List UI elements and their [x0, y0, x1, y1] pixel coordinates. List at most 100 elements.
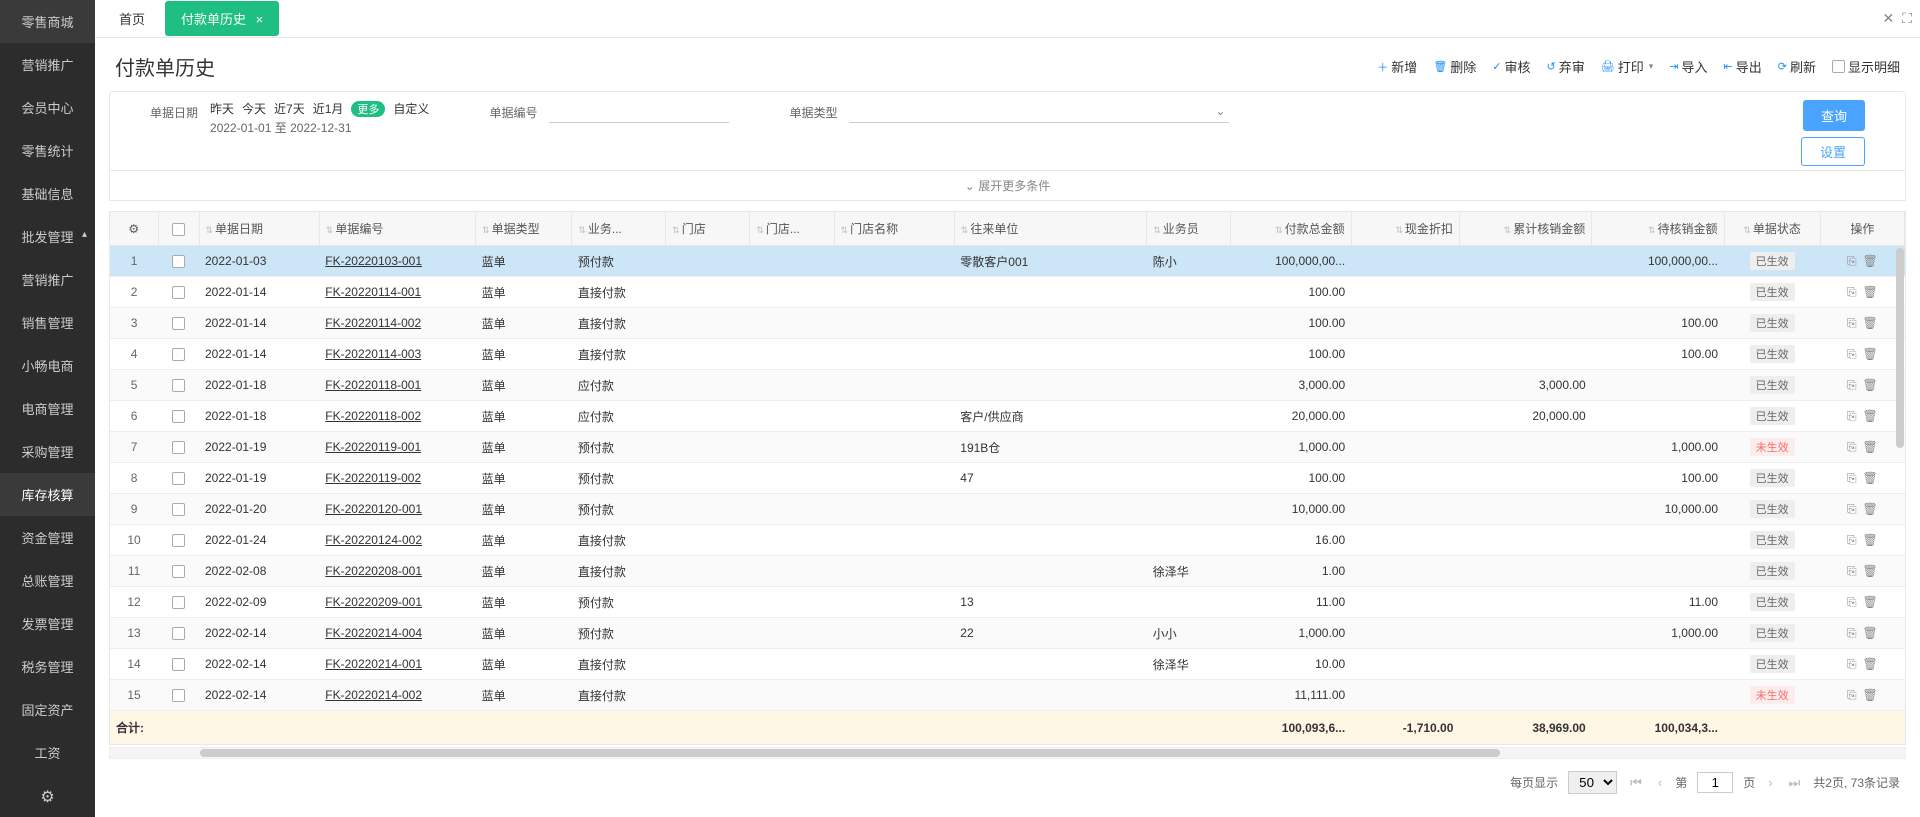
cell-code[interactable]: FK-20220214-002 [319, 680, 475, 711]
col-type[interactable]: ⇅单据类型 [476, 212, 572, 246]
cell-code[interactable]: FK-20220209-001 [319, 587, 475, 618]
col-storecode[interactable]: ⇅门店... [750, 212, 834, 246]
row-checkbox[interactable] [158, 308, 199, 339]
table-row[interactable]: 122022-02-09FK-20220209-001蓝单预付款1311.001… [110, 587, 1905, 618]
copy-icon[interactable]: ⎘ [1847, 347, 1857, 361]
sidebar-item-7[interactable]: 销售管理 [0, 301, 95, 344]
delete-icon[interactable]: 🗑 [1863, 378, 1878, 392]
delete-icon[interactable]: 🗑 [1863, 347, 1878, 361]
col-date[interactable]: ⇅单据日期 [199, 212, 319, 246]
vertical-scrollbar[interactable] [1895, 248, 1905, 744]
copy-icon[interactable]: ⎘ [1847, 657, 1857, 671]
page-size-select[interactable]: 50 [1568, 771, 1617, 794]
add-button[interactable]: ＋新增 [1377, 57, 1417, 76]
discard-button[interactable]: ↺弃审 [1547, 57, 1585, 76]
date-last7[interactable]: 近7天 [274, 100, 305, 117]
row-checkbox[interactable] [158, 339, 199, 370]
col-discount[interactable]: ⇅现金折扣 [1351, 212, 1459, 246]
copy-icon[interactable]: ⎘ [1847, 440, 1857, 454]
sidebar-item-4[interactable]: 基础信息 [0, 172, 95, 215]
filter-type-select[interactable] [849, 100, 1229, 123]
sidebar-item-11[interactable]: 库存核算 [0, 473, 95, 516]
tab-home[interactable]: 首页 [103, 1, 161, 36]
row-checkbox[interactable] [158, 401, 199, 432]
pager-prev[interactable]: ‹ [1655, 775, 1665, 790]
fullscreen-icon[interactable]: ⛶ [1902, 10, 1912, 27]
col-salesperson[interactable]: ⇅业务员 [1147, 212, 1231, 246]
page-input[interactable] [1697, 772, 1733, 793]
pager-next[interactable]: › [1765, 775, 1775, 790]
cell-code[interactable]: FK-20220118-002 [319, 401, 475, 432]
row-checkbox[interactable] [158, 246, 199, 277]
table-row[interactable]: 62022-01-18FK-20220118-002蓝单应付款客户/供应商20,… [110, 401, 1905, 432]
delete-button[interactable]: 🗑删除 [1433, 57, 1476, 76]
delete-icon[interactable]: 🗑 [1863, 440, 1878, 454]
date-today[interactable]: 今天 [242, 100, 266, 117]
cell-code[interactable]: FK-20220103-001 [319, 246, 475, 277]
col-status[interactable]: ⇅单据状态 [1724, 212, 1820, 246]
row-checkbox[interactable] [158, 432, 199, 463]
row-checkbox[interactable] [158, 277, 199, 308]
date-yesterday[interactable]: 昨天 [210, 100, 234, 117]
pager-first[interactable]: ⏮ [1627, 775, 1645, 791]
delete-icon[interactable]: 🗑 [1863, 595, 1878, 609]
filter-code-input[interactable] [549, 100, 729, 123]
import-button[interactable]: ⇥导入 [1669, 57, 1707, 76]
row-checkbox[interactable] [158, 463, 199, 494]
sidebar-item-6[interactable]: 营销推广 [0, 258, 95, 301]
delete-icon[interactable]: 🗑 [1863, 285, 1878, 299]
cell-code[interactable]: FK-20220214-004 [319, 618, 475, 649]
copy-icon[interactable]: ⎘ [1847, 688, 1857, 702]
cell-code[interactable]: FK-20220119-001 [319, 432, 475, 463]
col-pending[interactable]: ⇅待核销金额 [1592, 212, 1724, 246]
copy-icon[interactable]: ⎘ [1847, 285, 1857, 299]
sidebar-item-14[interactable]: 发票管理 [0, 602, 95, 645]
table-row[interactable]: 152022-02-14FK-20220214-002蓝单直接付款11,111.… [110, 680, 1905, 711]
delete-icon[interactable]: 🗑 [1863, 409, 1878, 423]
sidebar-item-9[interactable]: 电商管理 [0, 387, 95, 430]
table-row[interactable]: 112022-02-08FK-20220208-001蓝单直接付款徐泽华1.00… [110, 556, 1905, 587]
row-checkbox[interactable] [158, 370, 199, 401]
col-store[interactable]: ⇅门店 [666, 212, 750, 246]
col-code[interactable]: ⇅单据编号 [319, 212, 475, 246]
table-row[interactable]: 102022-01-24FK-20220124-002蓝单直接付款16.00已生… [110, 525, 1905, 556]
sidebar-item-10[interactable]: 采购管理 [0, 430, 95, 473]
row-checkbox[interactable] [158, 587, 199, 618]
table-row[interactable]: 42022-01-14FK-20220114-003蓝单直接付款100.0010… [110, 339, 1905, 370]
sidebar-item-12[interactable]: 资金管理 [0, 516, 95, 559]
copy-icon[interactable]: ⎘ [1847, 471, 1857, 485]
cell-code[interactable]: FK-20220118-001 [319, 370, 475, 401]
close-all-icon[interactable]: ✕ [1882, 10, 1894, 27]
table-row[interactable]: 92022-01-20FK-20220120-001蓝单预付款10,000.00… [110, 494, 1905, 525]
cell-code[interactable]: FK-20220120-001 [319, 494, 475, 525]
delete-icon[interactable]: 🗑 [1863, 626, 1878, 640]
expand-conditions[interactable]: ⌄ 展开更多条件 [109, 171, 1906, 201]
sidebar-item-0[interactable]: 零售商城 [0, 0, 95, 43]
cell-code[interactable]: FK-20220119-002 [319, 463, 475, 494]
col-checkbox[interactable] [158, 212, 199, 246]
search-button[interactable]: 查询 [1803, 100, 1865, 131]
copy-icon[interactable]: ⎘ [1847, 595, 1857, 609]
copy-icon[interactable]: ⎘ [1847, 316, 1857, 330]
cell-code[interactable]: FK-20220114-003 [319, 339, 475, 370]
table-row[interactable]: 132022-02-14FK-20220214-004蓝单预付款22小小1,00… [110, 618, 1905, 649]
sidebar-item-5[interactable]: 批发管理▴ [0, 215, 95, 258]
sidebar-item-13[interactable]: 总账管理 [0, 559, 95, 602]
col-biz[interactable]: ⇅业务... [572, 212, 666, 246]
delete-icon[interactable]: 🗑 [1863, 657, 1878, 671]
copy-icon[interactable]: ⎘ [1847, 254, 1857, 268]
cell-code[interactable]: FK-20220114-001 [319, 277, 475, 308]
sidebar-item-1[interactable]: 营销推广 [0, 43, 95, 86]
sidebar-item-15[interactable]: 税务管理 [0, 645, 95, 688]
delete-icon[interactable]: 🗑 [1863, 502, 1878, 516]
row-checkbox[interactable] [158, 556, 199, 587]
export-button[interactable]: ⇤导出 [1724, 57, 1762, 76]
date-more[interactable]: 更多 [351, 101, 385, 117]
sidebar-item-17[interactable]: 工资 [0, 731, 95, 774]
table-row[interactable]: 142022-02-14FK-20220214-001蓝单直接付款徐泽华10.0… [110, 649, 1905, 680]
cell-code[interactable]: FK-20220124-002 [319, 525, 475, 556]
copy-icon[interactable]: ⎘ [1847, 626, 1857, 640]
copy-icon[interactable]: ⎘ [1847, 409, 1857, 423]
horizontal-scrollbar[interactable] [109, 747, 1906, 759]
cell-code[interactable]: FK-20220114-002 [319, 308, 475, 339]
